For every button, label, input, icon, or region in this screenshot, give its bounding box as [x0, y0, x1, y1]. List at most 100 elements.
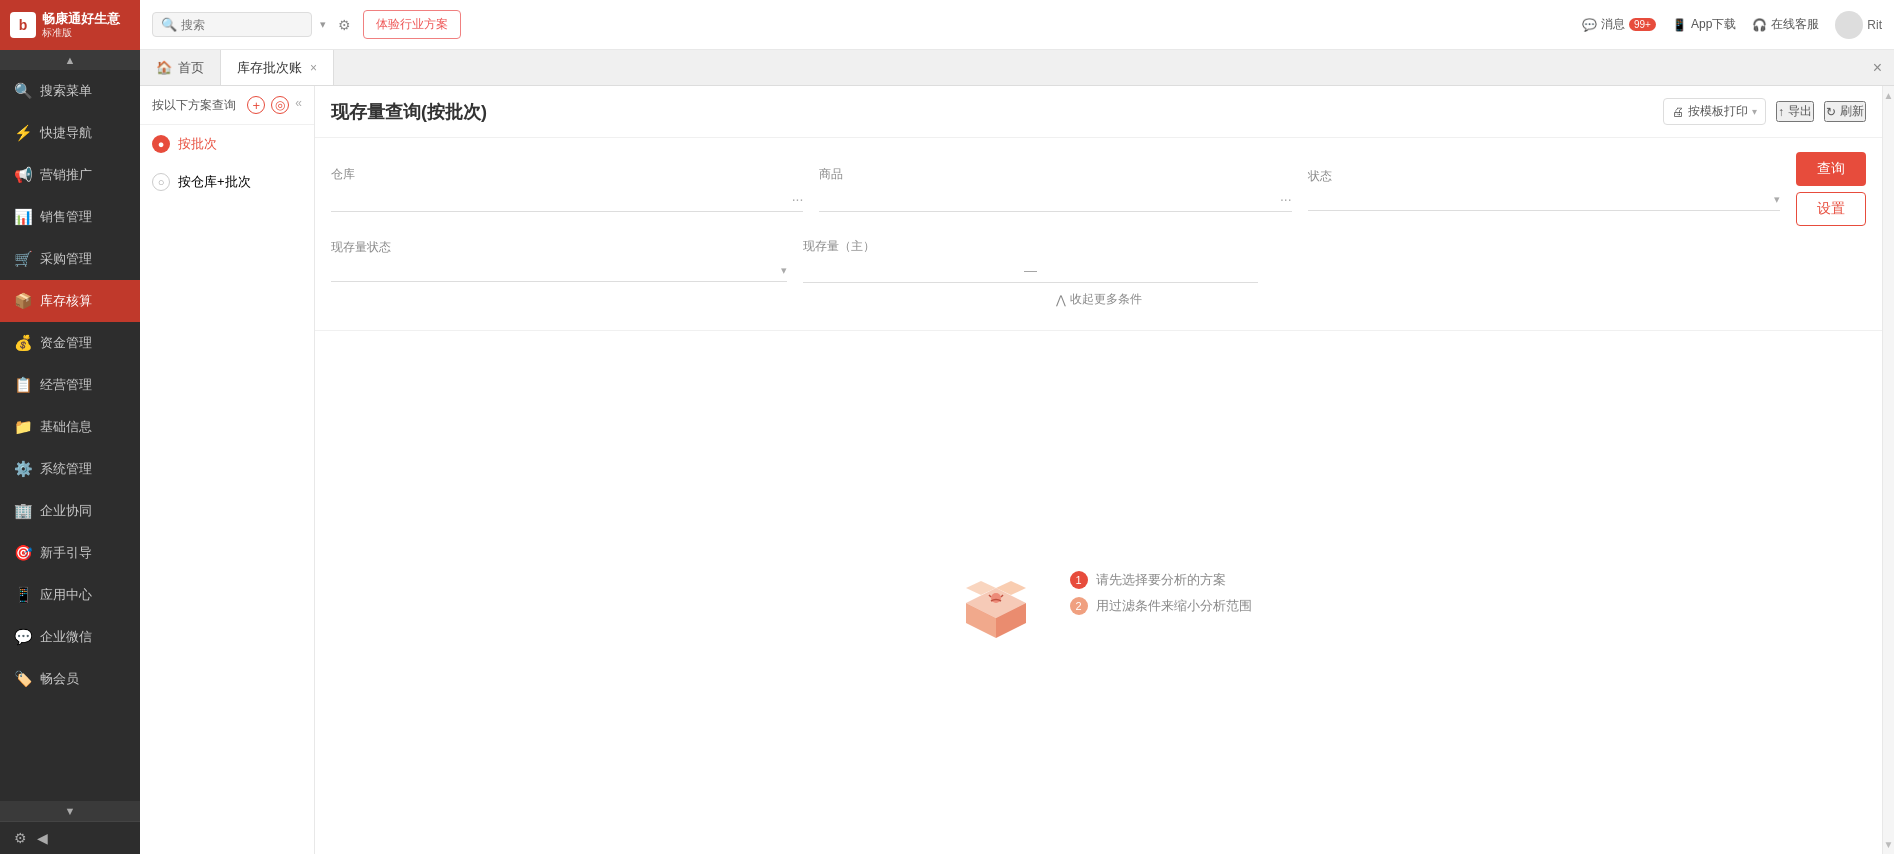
inventory-status-select[interactable]: ▾: [331, 260, 787, 282]
print-chevron-icon: ▾: [1752, 106, 1757, 117]
tabbar: 🏠 首页 库存批次账 × ×: [140, 50, 1894, 86]
collapse-footer-icon[interactable]: ◀: [37, 830, 48, 846]
collapse-more-button[interactable]: ⋀ 收起更多条件: [331, 283, 1866, 316]
sidebar-item-marketing[interactable]: 📢 营销推广: [0, 154, 140, 196]
inventory-qty-filter: 现存量（主） —: [803, 238, 1259, 283]
export-button[interactable]: ↑ 导出: [1776, 101, 1814, 122]
inventory-qty-min-input[interactable]: [803, 263, 1016, 278]
scheme-label-batch: 按批次: [178, 135, 217, 153]
sidebar-item-system[interactable]: ⚙️ 系统管理: [0, 448, 140, 490]
tip-num-1: 1: [1070, 571, 1088, 589]
inventory-status-filter: 现存量状态 ▾: [331, 239, 787, 282]
tab-home-label: 首页: [178, 59, 204, 77]
app-download-label: App下载: [1691, 16, 1736, 33]
search-input[interactable]: [181, 18, 281, 32]
warehouse-input-row[interactable]: ···: [331, 187, 803, 212]
product-input[interactable]: [819, 192, 1280, 207]
empty-state-content: 1 请先选择要分析的方案 2 用过滤条件来缩小分析范围: [946, 543, 1252, 643]
member-icon: 🏷️: [14, 670, 32, 688]
settings-footer-icon[interactable]: ⚙: [14, 830, 27, 846]
query-button[interactable]: 查询: [1796, 152, 1866, 186]
product-dots[interactable]: ···: [1280, 191, 1292, 207]
finance-icon: 💰: [14, 334, 32, 352]
sidebar-item-sales[interactable]: 📊 销售管理: [0, 196, 140, 238]
refresh-icon: ↻: [1826, 105, 1836, 119]
industry-solution-button[interactable]: 体验行业方案: [363, 10, 461, 39]
sidebar-item-label: 快捷导航: [40, 124, 92, 142]
user-profile-button[interactable]: Rit: [1835, 11, 1882, 39]
sidebar-item-appcenter[interactable]: 📱 应用中心: [0, 574, 140, 616]
app-download-icon: 📱: [1672, 18, 1687, 32]
sidebar-item-label: 经营管理: [40, 376, 92, 394]
sidebar-item-newuser[interactable]: 🎯 新手引导: [0, 532, 140, 574]
template-print-button[interactable]: 🖨 按模板打印 ▾: [1663, 98, 1766, 125]
inventory-qty-max-input[interactable]: [1045, 263, 1258, 278]
sidebar: b 畅康通好生意 标准版 ▲ 🔍 搜索菜单 ⚡ 快捷导航 📢 营销推广 📊 销售…: [0, 0, 140, 854]
warehouse-dots[interactable]: ···: [792, 191, 804, 207]
empty-state: 1 请先选择要分析的方案 2 用过滤条件来缩小分析范围: [315, 331, 1882, 854]
scroll-up-arrow[interactable]: ▲: [0, 50, 140, 70]
message-icon: 💬: [1582, 18, 1597, 32]
newuser-icon: 🎯: [14, 544, 32, 562]
warehouse-filter: 仓库 ···: [331, 166, 803, 212]
tab-home[interactable]: 🏠 首页: [140, 50, 221, 85]
scrollbar-down[interactable]: ▼: [1884, 839, 1894, 850]
sidebar-item-enterprise[interactable]: 🏢 企业协同: [0, 490, 140, 532]
status-select[interactable]: ▾: [1308, 189, 1780, 211]
panel-close-button[interactable]: ×: [1861, 59, 1894, 77]
scheme-item-warehouse-batch[interactable]: ○ 按仓库+批次: [140, 163, 314, 201]
avatar: [1835, 11, 1863, 39]
search-chevron-icon[interactable]: ▾: [320, 18, 326, 31]
marketing-icon: 📢: [14, 166, 32, 184]
left-panel-title: 按以下方案查询: [152, 97, 236, 114]
scrollbar-thumb[interactable]: ▲: [1884, 90, 1894, 101]
tab-batch[interactable]: 库存批次账 ×: [221, 50, 334, 85]
sidebar-header: b 畅康通好生意 标准版: [0, 0, 140, 50]
right-scrollbar[interactable]: ▲ ▼: [1882, 86, 1894, 854]
empty-tips: 1 请先选择要分析的方案 2 用过滤条件来缩小分析范围: [1070, 571, 1252, 615]
app-subtitle: 标准版: [42, 27, 120, 39]
sidebar-item-quicknav[interactable]: ⚡ 快捷导航: [0, 112, 140, 154]
search-icon: 🔍: [161, 17, 177, 32]
sidebar-item-inventory[interactable]: 📦 库存核算: [0, 280, 140, 322]
home-icon: 🏠: [156, 60, 172, 75]
collapse-panel-icon[interactable]: «: [295, 96, 302, 114]
content-area: 按以下方案查询 + ◎ « ● 按批次 ○ 按仓库+批次 现存量查询(按批次): [140, 86, 1894, 854]
scheme-settings-button[interactable]: ◎: [271, 96, 289, 114]
refresh-button[interactable]: ↻ 刷新: [1824, 101, 1866, 122]
scroll-down-arrow[interactable]: ▼: [0, 801, 140, 821]
sidebar-item-member[interactable]: 🏷️ 畅会员: [0, 658, 140, 700]
tab-close-icon[interactable]: ×: [310, 61, 317, 75]
sidebar-item-basic[interactable]: 📁 基础信息: [0, 406, 140, 448]
filter-settings-button[interactable]: 设置: [1796, 192, 1866, 226]
scheme-icon-batch: ●: [152, 135, 170, 153]
sidebar-item-label: 营销推广: [40, 166, 92, 184]
sidebar-item-operations[interactable]: 📋 经营管理: [0, 364, 140, 406]
sidebar-item-wechat[interactable]: 💬 企业微信: [0, 616, 140, 658]
sidebar-item-finance[interactable]: 💰 资金管理: [0, 322, 140, 364]
sidebar-item-label: 企业协同: [40, 502, 92, 520]
message-button[interactable]: 💬 消息 99+: [1582, 16, 1656, 33]
enterprise-icon: 🏢: [14, 502, 32, 520]
collapse-up-icon: ⋀: [1056, 293, 1066, 307]
sidebar-item-search[interactable]: 🔍 搜索菜单: [0, 70, 140, 112]
template-print-label: 按模板打印: [1688, 103, 1748, 120]
sidebar-item-label: 搜索菜单: [40, 82, 92, 100]
topbar: 🔍 ▾ ⚙ 体验行业方案 💬 消息 99+ 📱 App下载 🎧 在线客服 Rit: [140, 0, 1894, 50]
sidebar-item-label: 新手引导: [40, 544, 92, 562]
product-input-row[interactable]: ···: [819, 187, 1291, 212]
add-scheme-button[interactable]: +: [247, 96, 265, 114]
search-menu-icon: 🔍: [14, 82, 32, 100]
topbar-gear-icon[interactable]: ⚙: [338, 17, 351, 33]
tip-num-2: 2: [1070, 597, 1088, 615]
search-box[interactable]: 🔍: [152, 12, 312, 37]
app-download-button[interactable]: 📱 App下载: [1672, 16, 1736, 33]
warehouse-input[interactable]: [331, 192, 792, 207]
inventory-status-label: 现存量状态: [331, 239, 787, 256]
sidebar-item-purchase[interactable]: 🛒 采购管理: [0, 238, 140, 280]
online-service-button[interactable]: 🎧 在线客服: [1752, 16, 1819, 33]
operations-icon: 📋: [14, 376, 32, 394]
scheme-item-batch[interactable]: ● 按批次: [140, 125, 314, 163]
export-label: 导出: [1788, 103, 1812, 120]
appcenter-icon: 📱: [14, 586, 32, 604]
